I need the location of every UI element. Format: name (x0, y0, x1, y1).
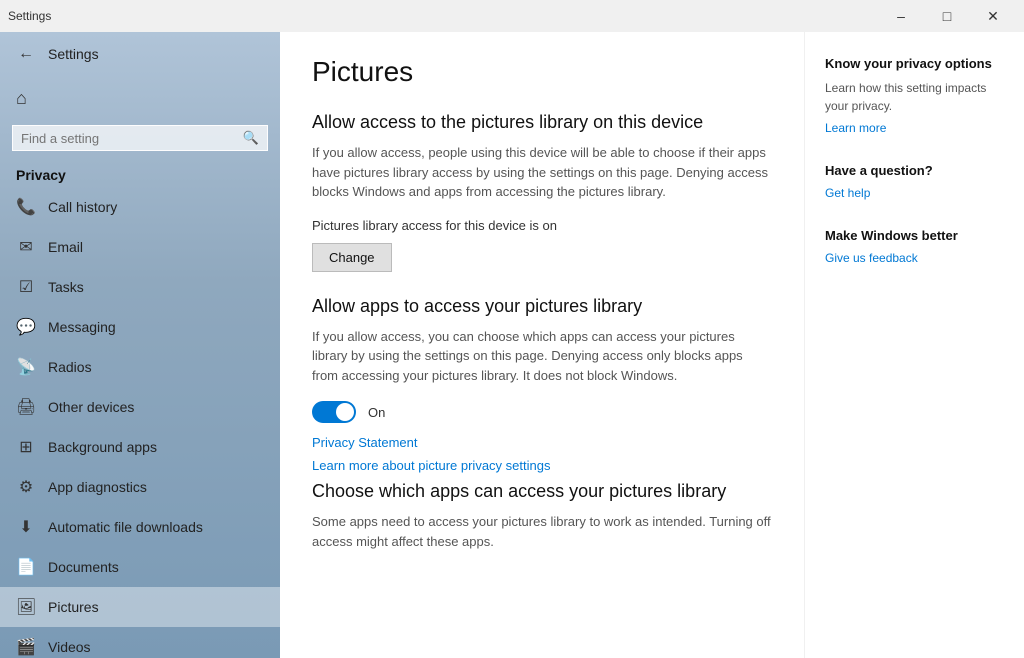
email-icon: ✉ (16, 237, 36, 257)
right-description-privacy: Learn how this setting impacts your priv… (825, 79, 1004, 115)
tasks-icon: ☑ (16, 277, 36, 297)
sidebar-item-label: Messaging (48, 319, 116, 335)
maximize-button[interactable]: □ (924, 0, 970, 32)
section1-heading: Allow access to the pictures library on … (312, 112, 772, 133)
toggle-thumb (336, 403, 354, 421)
get-help-link[interactable]: Get help (825, 186, 1004, 200)
sidebar-item-automatic-file-downloads[interactable]: ⬇ Automatic file downloads (0, 507, 280, 547)
home-icon: ⌂ (16, 88, 27, 109)
page-title: Pictures (312, 56, 772, 88)
content-area: Pictures Allow access to the pictures li… (280, 32, 804, 658)
right-heading-privacy: Know your privacy options (825, 56, 1004, 71)
title-bar: Settings – □ ✕ (0, 0, 1024, 32)
section3-heading: Choose which apps can access your pictur… (312, 481, 772, 502)
toggle-row: On (312, 401, 772, 423)
automatic-file-downloads-icon: ⬇ (16, 517, 36, 537)
videos-icon: 🎬 (16, 637, 36, 657)
other-devices-icon: 🖨 (16, 397, 36, 417)
search-icon: 🔍 (243, 130, 259, 146)
sidebar-nav-top: ← Settings (0, 32, 280, 76)
app-diagnostics-icon: ⚙ (16, 477, 36, 497)
right-heading-question: Have a question? (825, 163, 1004, 178)
section1-status: Pictures library access for this device … (312, 218, 772, 233)
sidebar-item-pictures[interactable]: 🖼 Pictures (0, 587, 280, 627)
toggle-track (312, 401, 356, 423)
sidebar-item-label: Videos (48, 639, 91, 655)
home-button[interactable]: ⌂ (0, 76, 280, 121)
search-box[interactable]: 🔍 (12, 125, 268, 151)
sidebar-item-label: Pictures (48, 599, 99, 615)
sidebar-item-label: Call history (48, 199, 117, 215)
title-bar-title: Settings (8, 9, 51, 23)
sidebar-item-label: App diagnostics (48, 479, 147, 495)
toggle-label: On (368, 405, 385, 420)
minimize-button[interactable]: – (878, 0, 924, 32)
search-input[interactable] (21, 131, 243, 146)
section2-description: If you allow access, you can choose whic… (312, 327, 772, 386)
title-bar-controls: – □ ✕ (878, 0, 1016, 32)
back-icon: ← (18, 45, 34, 63)
right-heading-feedback: Make Windows better (825, 228, 1004, 243)
sidebar-item-label: Radios (48, 359, 92, 375)
documents-icon: 📄 (16, 557, 36, 577)
sidebar-section-title: Privacy (0, 159, 280, 187)
main-panel: Pictures Allow access to the pictures li… (280, 32, 1024, 658)
sidebar-item-messaging[interactable]: 💬 Messaging (0, 307, 280, 347)
right-section-question: Have a question? Get help (825, 163, 1004, 200)
sidebar-item-other-devices[interactable]: 🖨 Other devices (0, 387, 280, 427)
sidebar-item-label: Email (48, 239, 83, 255)
right-section-privacy: Know your privacy options Learn how this… (825, 56, 1004, 135)
app-body: ← Settings ⌂ 🔍 Privacy 📞 Call history ✉ … (0, 32, 1024, 658)
learn-more-link[interactable]: Learn more (825, 121, 1004, 135)
title-bar-left: Settings (8, 9, 51, 23)
sidebar-item-call-history[interactable]: 📞 Call history (0, 187, 280, 227)
learn-more-pictures-link[interactable]: Learn more about picture privacy setting… (312, 458, 772, 473)
sidebar-item-label: Automatic file downloads (48, 519, 203, 535)
privacy-statement-link[interactable]: Privacy Statement (312, 435, 772, 450)
sidebar-item-label: Documents (48, 559, 119, 575)
sidebar-item-app-diagnostics[interactable]: ⚙ App diagnostics (0, 467, 280, 507)
radios-icon: 📡 (16, 357, 36, 377)
sidebar-item-radios[interactable]: 📡 Radios (0, 347, 280, 387)
sidebar-item-label: Tasks (48, 279, 84, 295)
call-history-icon: 📞 (16, 197, 36, 217)
sidebar: ← Settings ⌂ 🔍 Privacy 📞 Call history ✉ … (0, 32, 280, 658)
sidebar-item-email[interactable]: ✉ Email (0, 227, 280, 267)
give-feedback-link[interactable]: Give us feedback (825, 251, 1004, 265)
background-apps-icon: ⊞ (16, 437, 36, 457)
right-section-feedback: Make Windows better Give us feedback (825, 228, 1004, 265)
pictures-toggle[interactable] (312, 401, 356, 423)
pictures-icon: 🖼 (16, 597, 36, 617)
back-button[interactable]: ← (12, 40, 40, 68)
sidebar-item-label: Other devices (48, 399, 134, 415)
section1-description: If you allow access, people using this d… (312, 143, 772, 202)
right-panel: Know your privacy options Learn how this… (804, 32, 1024, 658)
section2-heading: Allow apps to access your pictures libra… (312, 296, 772, 317)
sidebar-app-title: Settings (48, 46, 99, 62)
sidebar-item-label: Background apps (48, 439, 157, 455)
sidebar-item-documents[interactable]: 📄 Documents (0, 547, 280, 587)
messaging-icon: 💬 (16, 317, 36, 337)
close-button[interactable]: ✕ (970, 0, 1016, 32)
change-button[interactable]: Change (312, 243, 392, 272)
sidebar-item-background-apps[interactable]: ⊞ Background apps (0, 427, 280, 467)
sidebar-item-tasks[interactable]: ☑ Tasks (0, 267, 280, 307)
sidebar-item-videos[interactable]: 🎬 Videos (0, 627, 280, 658)
section3-description: Some apps need to access your pictures l… (312, 512, 772, 551)
